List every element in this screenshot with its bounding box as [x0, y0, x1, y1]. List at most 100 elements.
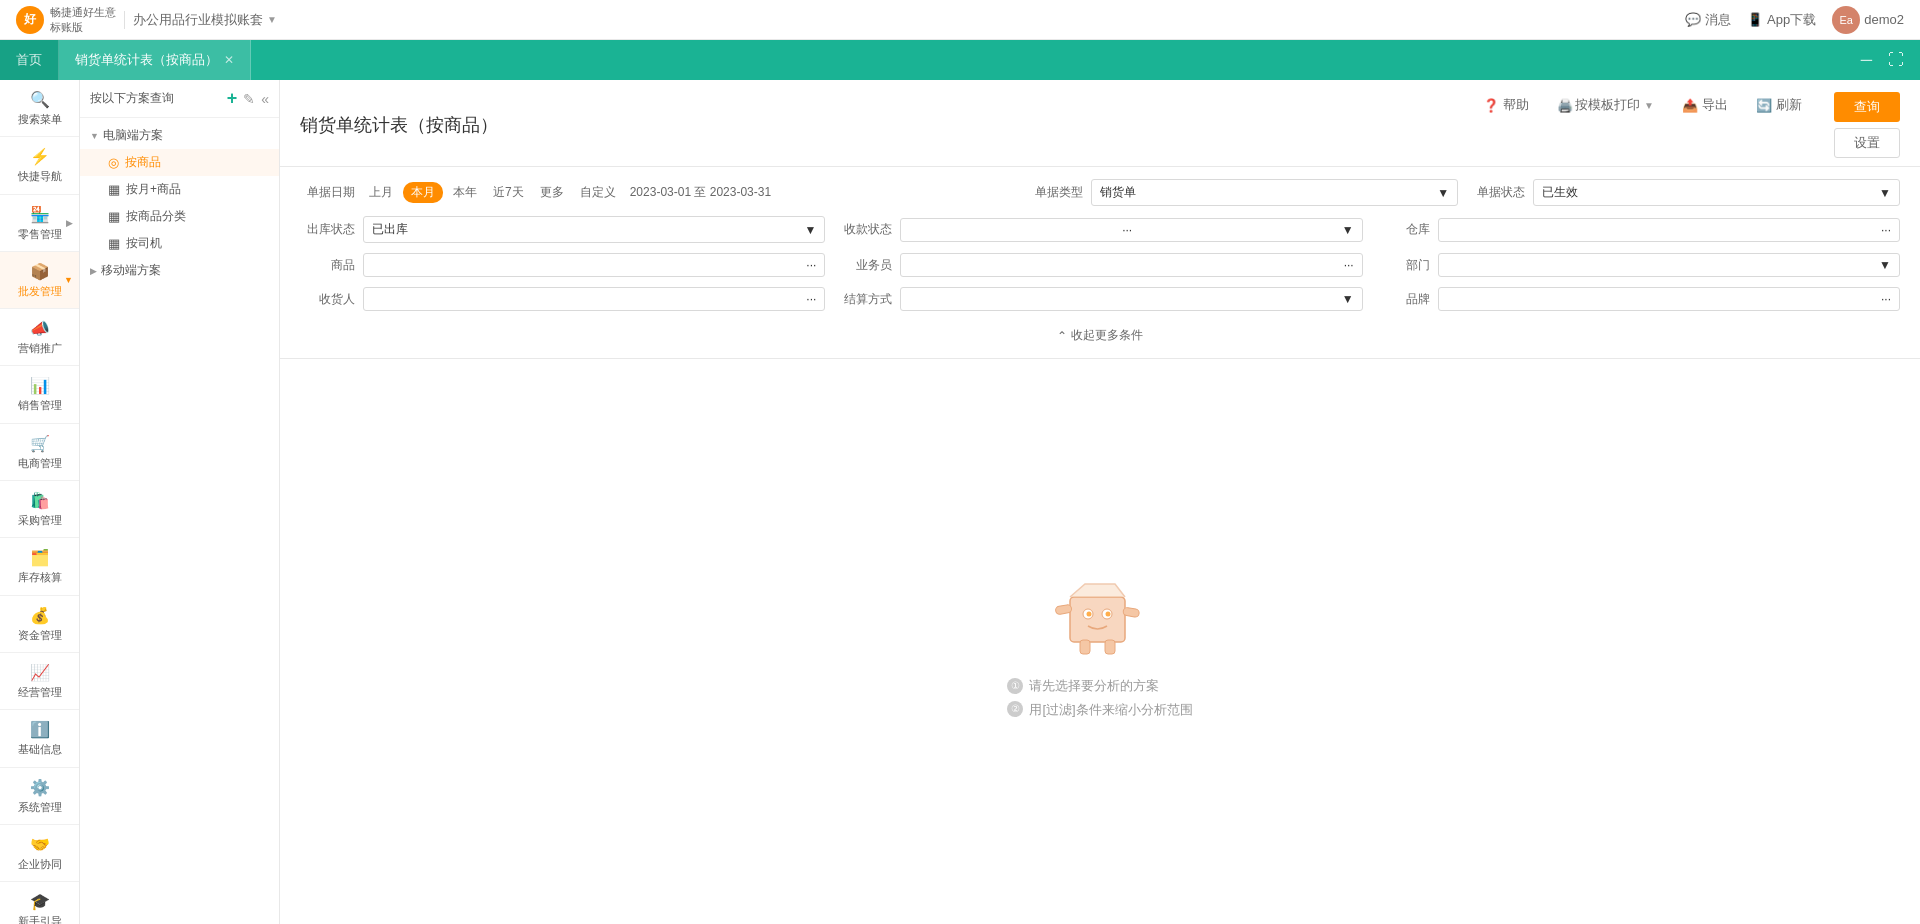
date-range-value: 2023-03-01 至 2023-03-31	[630, 184, 771, 201]
add-scheme-btn[interactable]: +	[227, 88, 238, 109]
dept-filter: 部门 ▼	[1375, 253, 1900, 277]
sidebar-item-ecommerce[interactable]: 🛒 电商管理	[0, 424, 79, 481]
warehouse-select[interactable]: ···	[1438, 218, 1900, 242]
warehouse-dots[interactable]: ···	[1881, 223, 1891, 237]
brand-dots[interactable]: ···	[1881, 292, 1891, 306]
ecommerce-icon: 🛒	[30, 434, 50, 453]
doc-status-select[interactable]: 已生效 ▼	[1533, 179, 1900, 206]
filter-row-2: 出库状态 已出库 ▼ 收款状态 ··· ▼ 仓库	[300, 216, 1900, 243]
shortcut-more[interactable]: 更多	[534, 182, 570, 203]
dept-select[interactable]: ▼	[1438, 253, 1900, 277]
tab-close-btn[interactable]: ✕	[224, 53, 234, 67]
doc-type-select[interactable]: 销货单 ▼	[1091, 179, 1458, 206]
settings-button[interactable]: 设置	[1834, 128, 1900, 158]
consignee-select[interactable]: ···	[363, 287, 825, 311]
sidebar-item-newbie[interactable]: 🎓 新手引导	[0, 882, 79, 924]
sidebar-item-purchase[interactable]: 🛍️ 采购管理	[0, 481, 79, 538]
svg-rect-0	[1070, 597, 1125, 642]
finance-icon: 💰	[30, 606, 50, 625]
tab-report[interactable]: 销货单统计表（按商品） ✕	[59, 40, 251, 80]
brand-select[interactable]: ···	[1438, 287, 1900, 311]
tree-item-by-product-cat[interactable]: ▦ 按商品分类	[80, 203, 279, 230]
tree-group-desktop-header[interactable]: ▼ 电脑端方案	[80, 122, 279, 149]
payment-status-select[interactable]: ··· ▼	[900, 218, 1362, 242]
stock-status-select[interactable]: 已出库 ▼	[363, 216, 825, 243]
warehouse-filter: 仓库 ···	[1375, 218, 1900, 242]
refresh-btn[interactable]: 🔄 刷新	[1748, 92, 1810, 118]
settlement-chevron: ▼	[1342, 292, 1354, 306]
svg-point-5	[1106, 612, 1111, 617]
report-tab-label: 销货单统计表（按商品）	[75, 51, 218, 69]
goods-filter: 商品 ···	[300, 253, 825, 277]
edit-scheme-btn[interactable]: ✎	[243, 91, 255, 107]
inventory-icon: 🗂️	[30, 548, 50, 567]
collapse-btn[interactable]: ⌃ 收起更多条件	[300, 321, 1900, 346]
salesman-select[interactable]: ···	[900, 253, 1362, 277]
tab-home[interactable]: 首页	[0, 40, 59, 80]
consignee-dots[interactable]: ···	[806, 292, 816, 306]
goods-dots[interactable]: ···	[806, 258, 816, 272]
tab-minimize-btn[interactable]: ─	[1857, 49, 1876, 71]
doc-status-chevron: ▼	[1879, 186, 1891, 200]
help-btn[interactable]: ❓ 帮助	[1475, 92, 1537, 118]
settlement-select[interactable]: ▼	[900, 287, 1362, 311]
shortcut-last-month[interactable]: 上月	[363, 182, 399, 203]
action-btns-col: 查询 设置	[1822, 92, 1900, 158]
stock-chevron: ▼	[804, 223, 816, 237]
sidebar-item-quick-nav[interactable]: ⚡ 快捷导航	[0, 137, 79, 194]
shortcut-7days[interactable]: 近7天	[487, 182, 530, 203]
user-avatar-area[interactable]: Ea demo2	[1832, 6, 1904, 34]
dept-label: 部门	[1375, 257, 1430, 274]
sidebar-item-system[interactable]: ⚙️ 系统管理	[0, 768, 79, 825]
message-btn[interactable]: 💬 消息	[1685, 11, 1731, 29]
wholesale-expand-arrow: ▼	[64, 275, 73, 285]
sidebar-item-enterprise[interactable]: 🤝 企业协同	[0, 825, 79, 882]
collapse-panel-btn[interactable]: «	[261, 91, 269, 107]
payment-status-dots[interactable]: ···	[1122, 223, 1132, 237]
shortcut-this-month[interactable]: 本月	[403, 182, 443, 203]
sidebar-item-wholesale[interactable]: 📦 批发管理 ▼	[0, 252, 79, 309]
sidebar-item-sales[interactable]: 📊 销售管理	[0, 366, 79, 423]
shortcut-this-year[interactable]: 本年	[447, 182, 483, 203]
page-actions: ❓ 帮助 🖨️ 按模板打印 ▼ 📤 导出 🔄 刷新	[1475, 92, 1810, 118]
message-icon: 💬	[1685, 12, 1701, 27]
sales-icon: 📊	[30, 376, 50, 395]
filter-row-4: 收货人 ··· 结算方式 ▼ 品牌	[300, 287, 1900, 311]
tab-maximize-btn[interactable]: ⛶	[1884, 49, 1908, 71]
sidebar-item-retail[interactable]: 🏪 零售管理 ▶	[0, 195, 79, 252]
warehouse-label: 仓库	[1375, 221, 1430, 238]
export-btn[interactable]: 📤 导出	[1674, 92, 1736, 118]
content-area: 销货单统计表（按商品） ❓ 帮助 🖨️ 按模板打印 ▼ 📤 导出	[280, 80, 1920, 924]
marketing-icon: 📣	[30, 319, 50, 338]
doc-type-filter: 单据类型 销货单 ▼	[1028, 179, 1458, 206]
salesman-dots[interactable]: ···	[1344, 258, 1354, 272]
tree-group-mobile-header[interactable]: ▶ 移动端方案	[80, 257, 279, 284]
tree-item-by-product[interactable]: ◎ 按商品	[80, 149, 279, 176]
print-btn[interactable]: 🖨️ 按模板打印 ▼	[1549, 92, 1662, 118]
svg-point-4	[1087, 612, 1092, 617]
empty-hint-2: ② 用[过滤]条件来缩小分析范围	[1007, 698, 1192, 721]
consignee-label: 收货人	[300, 291, 355, 308]
by-product-icon: ◎	[108, 155, 119, 170]
nav-icon: ⚡	[30, 147, 50, 166]
workspace-selector[interactable]: 办公用品行业模拟账套 ▼	[133, 11, 277, 29]
empty-state: ① 请先选择要分析的方案 ② 用[过滤]条件来缩小分析范围	[280, 359, 1920, 924]
tree-item-by-warehouse[interactable]: ▦ 按司机	[80, 230, 279, 257]
sidebar-item-finance[interactable]: 💰 资金管理	[0, 596, 79, 653]
topbar-right: 💬 消息 📱 App下载 Ea demo2	[1685, 6, 1904, 34]
basic-icon: ℹ️	[30, 720, 50, 739]
sidebar-item-operation[interactable]: 📈 经营管理	[0, 653, 79, 710]
sidebar-item-marketing[interactable]: 📣 营销推广	[0, 309, 79, 366]
sidebar-item-basic[interactable]: ℹ️ 基础信息	[0, 710, 79, 767]
logo-text: 畅捷通好生意 标账版	[50, 5, 116, 34]
goods-select[interactable]: ···	[363, 253, 825, 277]
date-shortcuts: 上月 本月 本年 近7天 更多 自定义	[363, 182, 622, 203]
app-download-btn[interactable]: 📱 App下载	[1747, 11, 1816, 29]
page-title: 销货单统计表（按商品）	[300, 113, 498, 137]
tree-item-by-month-product[interactable]: ▦ 按月+商品	[80, 176, 279, 203]
sidebar-item-search-menu[interactable]: 🔍 搜索菜单	[0, 80, 79, 137]
date-control: 上月 本月 本年 近7天 更多 自定义 2023-03-01 至 2023-03…	[363, 182, 1016, 203]
shortcut-custom[interactable]: 自定义	[574, 182, 622, 203]
sidebar-item-inventory[interactable]: 🗂️ 库存核算	[0, 538, 79, 595]
query-button[interactable]: 查询	[1834, 92, 1900, 122]
